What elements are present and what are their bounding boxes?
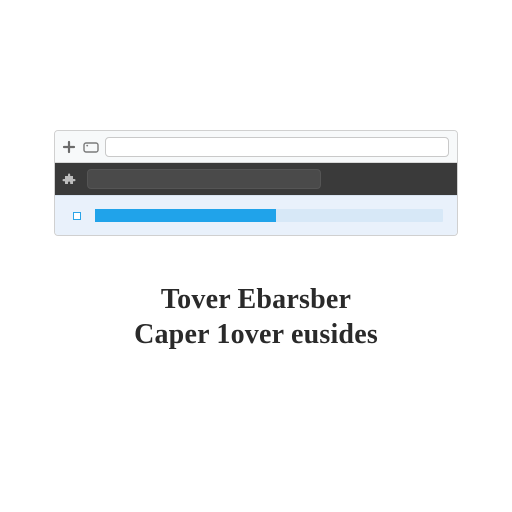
caption-text: Tover Ebarsber Caper 1over eusides [134, 282, 378, 352]
progress-fill [95, 209, 276, 222]
caption-line-1: Tover Ebarsber [134, 282, 378, 317]
checkbox-marker[interactable] [73, 212, 81, 220]
progress-bar [95, 209, 443, 222]
tab-icon[interactable] [83, 139, 99, 155]
address-input-light[interactable] [105, 137, 449, 157]
address-input-dark[interactable] [87, 169, 321, 189]
caption-line-2: Caper 1over eusides [134, 317, 378, 352]
progress-row [55, 195, 457, 235]
browser-panel [54, 130, 458, 236]
plus-icon[interactable] [61, 139, 77, 155]
puzzle-icon[interactable] [61, 171, 77, 187]
toolbar-dark [55, 163, 457, 195]
toolbar-light [55, 131, 457, 163]
